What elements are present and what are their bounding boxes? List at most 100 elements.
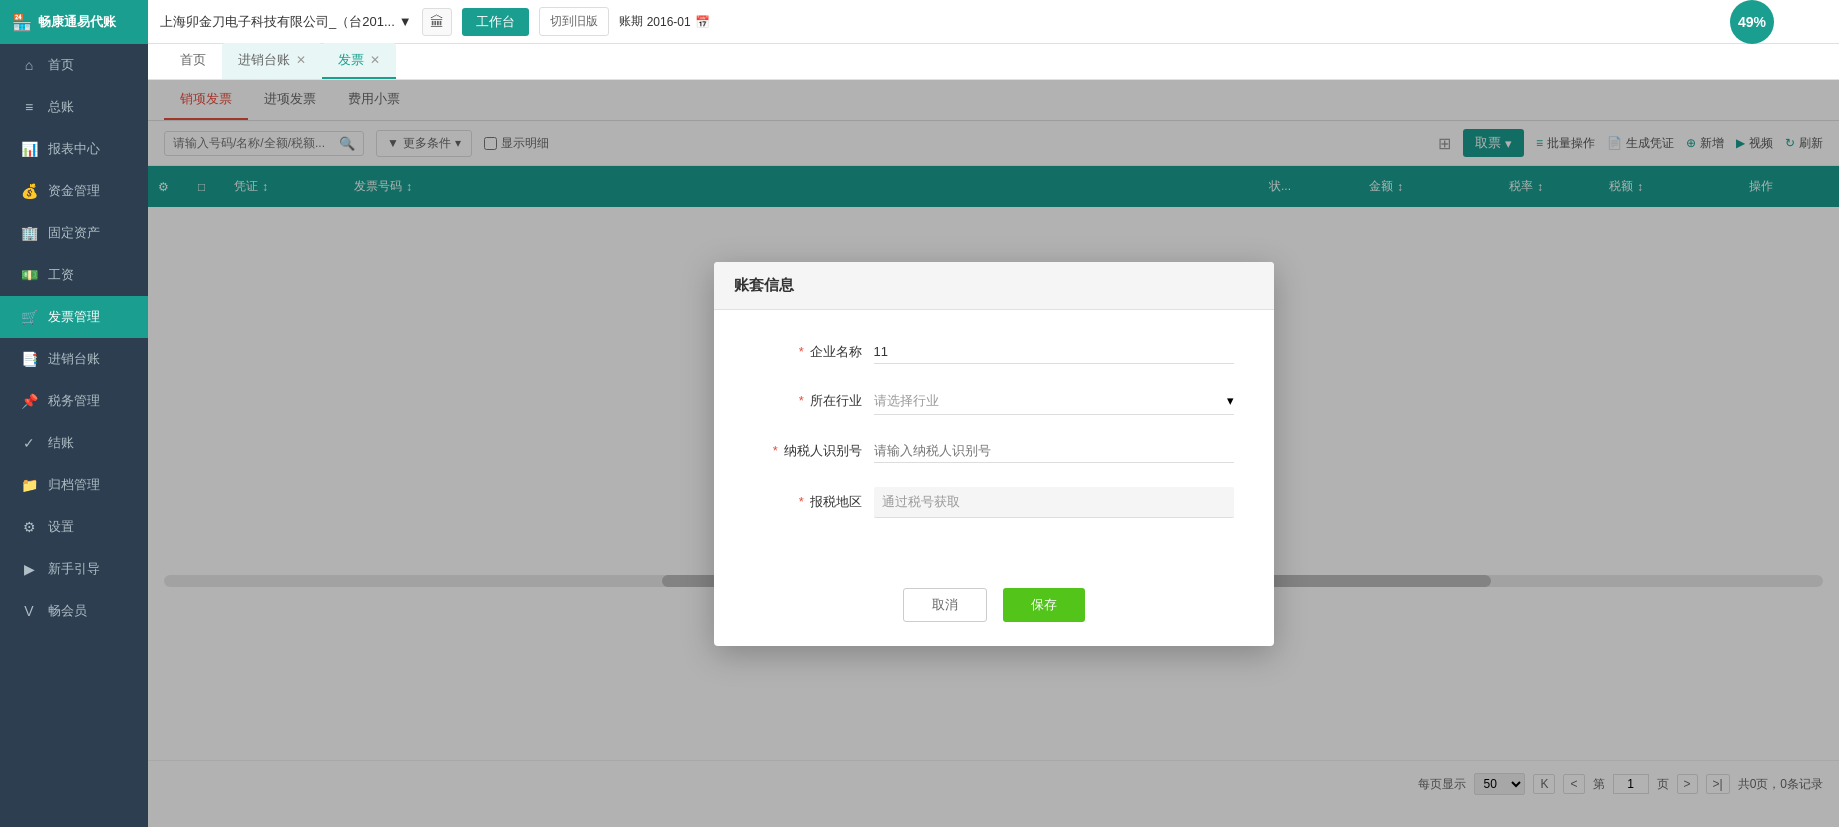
payroll-icon: 💵	[20, 267, 38, 283]
sidebar-item-tax-label: 税务管理	[48, 392, 100, 410]
company-name-label: * 企业名称	[754, 343, 874, 361]
sidebar-item-home-label: 首页	[48, 56, 74, 74]
save-button[interactable]: 保存	[1003, 588, 1085, 622]
modal-body: * 企业名称 * 所在行业 请选择行业 ▾	[714, 310, 1274, 572]
app-logo: 🏪 畅康通易代账	[0, 0, 148, 44]
tax-region-required: *	[799, 494, 804, 509]
sidebar-item-purchase-label: 进销台账	[48, 350, 100, 368]
guide-icon: ▶	[20, 561, 38, 577]
tab-purchase-sales-label: 进销台账	[238, 51, 290, 69]
sidebar: 🏪 畅康通易代账 ⌂ 首页 ≡ 总账 📊 报表中心 💰 资金管理 🏢 固定资产 …	[0, 0, 148, 827]
topbar: 上海卯金刀电子科技有限公司_（台201... ▼ 🏛 工作台 切到旧版 账期 2…	[148, 0, 1839, 44]
industry-placeholder: 请选择行业	[874, 392, 939, 410]
sidebar-item-settlement-label: 结账	[48, 434, 74, 452]
settlement-icon: ✓	[20, 435, 38, 451]
industry-label: * 所在行业	[754, 392, 874, 410]
finance-icon: 💰	[20, 183, 38, 199]
sidebar-item-archive[interactable]: 📁 归档管理	[0, 464, 148, 506]
industry-chevron-icon: ▾	[1227, 393, 1234, 408]
sidebar-item-payroll-label: 工资	[48, 266, 74, 284]
invoice-icon: 🛒	[20, 309, 38, 325]
period-value: 2016-01	[647, 15, 691, 29]
sidebar-item-assets[interactable]: 🏢 固定资产	[0, 212, 148, 254]
sidebar-item-invoice-label: 发票管理	[48, 308, 100, 326]
company-name-required: *	[799, 344, 804, 359]
ledger-icon: ≡	[20, 99, 38, 115]
tax-region-placeholder: 通过税号获取	[882, 494, 960, 509]
company-name: 上海卯金刀电子科技有限公司_（台201...	[160, 13, 395, 31]
speed-up: ▲ 8.5K/s	[1786, 11, 1827, 22]
company-name-input[interactable]	[874, 340, 1234, 364]
logo-icon: 🏪	[12, 13, 32, 32]
tax-region-label: * 报税地区	[754, 493, 874, 511]
tab-invoice-label: 发票	[338, 51, 364, 69]
network-speeds: ▲ 8.5K/s ▼ 2.6K/s	[1786, 11, 1827, 33]
company-selector[interactable]: 上海卯金刀电子科技有限公司_（台201... ▼	[160, 13, 412, 31]
network-indicator: 49%	[1730, 0, 1774, 44]
reports-icon: 📊	[20, 141, 38, 157]
speed-down: ▼ 2.6K/s	[1786, 22, 1827, 33]
period-display: 账期 2016-01 📅	[619, 13, 710, 30]
sidebar-item-tax-mgmt[interactable]: 📌 税务管理	[0, 380, 148, 422]
sidebar-item-guide[interactable]: ▶ 新手引导	[0, 548, 148, 590]
form-row-company-name: * 企业名称	[754, 340, 1234, 364]
home-icon: ⌂	[20, 57, 38, 73]
industry-select[interactable]: 请选择行业 ▾	[874, 388, 1234, 415]
sidebar-item-reports-label: 报表中心	[48, 140, 100, 158]
period-label: 账期	[619, 13, 643, 30]
tab-purchase-sales[interactable]: 进销台账 ✕	[222, 43, 322, 79]
tab-invoice[interactable]: 发票 ✕	[322, 43, 396, 79]
industry-required: *	[799, 393, 804, 408]
tax-icon: 📌	[20, 393, 38, 409]
sidebar-item-reports[interactable]: 📊 报表中心	[0, 128, 148, 170]
old-version-label: 切到旧版	[550, 14, 598, 28]
sidebar-item-ledger-label: 总账	[48, 98, 74, 116]
sidebar-item-membership[interactable]: V 畅会员	[0, 590, 148, 632]
sidebar-item-guide-label: 新手引导	[48, 560, 100, 578]
sidebar-item-membership-label: 畅会员	[48, 602, 87, 620]
app-name: 畅康通易代账	[38, 13, 116, 31]
sidebar-item-archive-label: 归档管理	[48, 476, 100, 494]
workbench-button[interactable]: 工作台	[462, 8, 529, 36]
modal-footer: 取消 保存	[714, 572, 1274, 646]
calendar-icon[interactable]: 📅	[695, 15, 710, 29]
modal-header: 账套信息	[714, 262, 1274, 310]
tab-purchase-sales-close[interactable]: ✕	[296, 53, 306, 67]
tax-id-input[interactable]	[874, 439, 1234, 463]
cancel-button[interactable]: 取消	[903, 588, 987, 622]
form-row-tax-id: * 纳税人识别号	[754, 439, 1234, 463]
sidebar-item-home[interactable]: ⌂ 首页	[0, 44, 148, 86]
sidebar-item-settings[interactable]: ⚙ 设置	[0, 506, 148, 548]
sidebar-item-purchase-sales[interactable]: 📑 进销台账	[0, 338, 148, 380]
old-version-button[interactable]: 切到旧版	[539, 7, 609, 36]
tab-home[interactable]: 首页	[164, 43, 222, 79]
tax-id-label: * 纳税人识别号	[754, 442, 874, 460]
company-icon-btn[interactable]: 🏛	[422, 8, 452, 36]
main-content: 上海卯金刀电子科技有限公司_（台201... ▼ 🏛 工作台 切到旧版 账期 2…	[148, 0, 1839, 827]
form-row-tax-region: * 报税地区 通过税号获取	[754, 487, 1234, 518]
tabs-bar: 首页 进销台账 ✕ 发票 ✕	[148, 44, 1839, 80]
assets-icon: 🏢	[20, 225, 38, 241]
purchase-icon: 📑	[20, 351, 38, 367]
sidebar-item-settings-label: 设置	[48, 518, 74, 536]
membership-icon: V	[20, 603, 38, 619]
company-dropdown-icon: ▼	[399, 14, 412, 29]
modal-title: 账套信息	[734, 276, 794, 293]
form-row-industry: * 所在行业 请选择行业 ▾	[754, 388, 1234, 415]
building-icon: 🏛	[430, 14, 444, 30]
topbar-right: 49% ▲ 8.5K/s ▼ 2.6K/s	[1730, 0, 1827, 44]
gear-icon: ⚙	[20, 519, 38, 535]
tab-invoice-close[interactable]: ✕	[370, 53, 380, 67]
sidebar-item-general-ledger[interactable]: ≡ 总账	[0, 86, 148, 128]
modal-overlay: 账套信息 * 企业名称 * 所在行	[148, 80, 1839, 827]
network-percent: 49%	[1738, 14, 1766, 30]
sidebar-item-finance[interactable]: 💰 资金管理	[0, 170, 148, 212]
sidebar-item-payroll[interactable]: 💵 工资	[0, 254, 148, 296]
sidebar-item-invoice-mgmt[interactable]: 🛒 发票管理	[0, 296, 148, 338]
sidebar-item-finance-label: 资金管理	[48, 182, 100, 200]
archive-icon: 📁	[20, 477, 38, 493]
sidebar-item-settlement[interactable]: ✓ 结账	[0, 422, 148, 464]
workbench-label: 工作台	[476, 14, 515, 29]
account-info-modal: 账套信息 * 企业名称 * 所在行	[714, 262, 1274, 646]
sidebar-item-assets-label: 固定资产	[48, 224, 100, 242]
